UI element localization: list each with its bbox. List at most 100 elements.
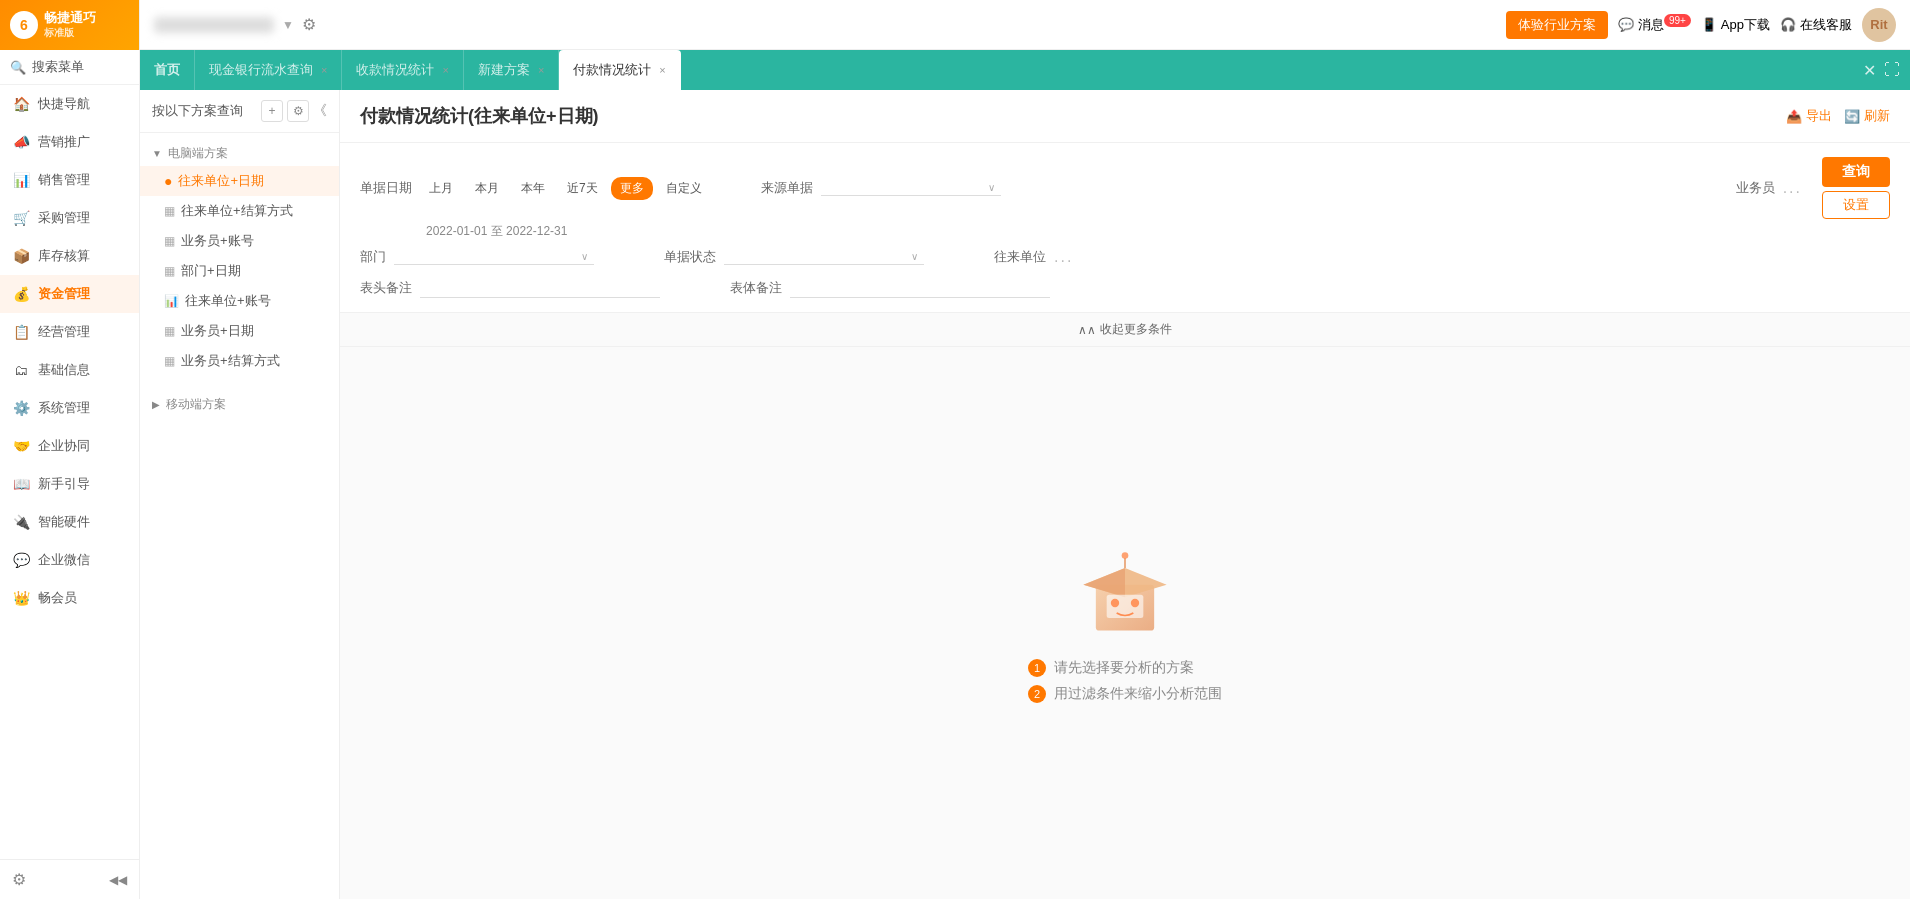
tab-payment-stats[interactable]: 付款情况统计 × bbox=[559, 50, 680, 90]
scheme-item-vendor-date[interactable]: ● 往来单位+日期 bbox=[140, 166, 339, 196]
scheme-item-label: 业务员+日期 bbox=[181, 322, 254, 340]
export-btn[interactable]: 📤 导出 bbox=[1786, 107, 1832, 125]
vendor-settle-icon: ▦ bbox=[164, 204, 175, 218]
left-panel-header: 按以下方案查询 + ⚙ 《 bbox=[140, 90, 339, 133]
dropdown-arrow-icon[interactable]: ▼ bbox=[282, 18, 294, 32]
search-menu[interactable]: 🔍 搜索菜单 bbox=[0, 50, 139, 85]
date-opt-custom[interactable]: 自定义 bbox=[657, 177, 711, 200]
empty-tips: 1 请先选择要分析的方案 2 用过滤条件来缩小分析范围 bbox=[1028, 659, 1222, 703]
sidebar-item-label: 企业协同 bbox=[38, 437, 90, 455]
sidebar-item-purchase[interactable]: 🛒 采购管理 bbox=[0, 199, 139, 237]
scheme-item-vendor-account[interactable]: 📊 往来单位+账号 bbox=[140, 286, 339, 316]
desktop-section-title[interactable]: ▼ 电脑端方案 bbox=[140, 141, 339, 166]
tab-receipt-stats[interactable]: 收款情况统计 × bbox=[342, 50, 463, 90]
sidebar-collapse-icon[interactable]: ◀◀ bbox=[109, 873, 127, 887]
empty-tip-2: 2 用过滤条件来缩小分析范围 bbox=[1028, 685, 1222, 703]
date-opt-last-month[interactable]: 上月 bbox=[420, 177, 462, 200]
sidebar: 6 畅捷通巧 标准版 🔍 搜索菜单 🏠 快捷导航 📣 营销推广 📊 销售管理 🛒… bbox=[0, 0, 140, 899]
settings-btn[interactable]: 设置 bbox=[1822, 191, 1890, 219]
purchase-icon: 🛒 bbox=[12, 209, 30, 227]
main-area: 用户信息 ▼ ⚙ 体验行业方案 💬 消息 99+ 📱 App下载 🎧 在线客服 … bbox=[140, 0, 1910, 899]
tabbar: 首页 现金银行流水查询 × 收款情况统计 × 新建方案 × 付款情况统计 × ✕… bbox=[140, 50, 1910, 90]
source-bill-select[interactable]: ∨ bbox=[821, 180, 1001, 196]
tip-num-1: 1 bbox=[1028, 659, 1046, 677]
date-opt-this-year[interactable]: 本年 bbox=[512, 177, 554, 200]
date-opt-7days[interactable]: 近7天 bbox=[558, 177, 607, 200]
scheme-item-vendor-settle[interactable]: ▦ 往来单位+结算方式 bbox=[140, 196, 339, 226]
collapse-bar[interactable]: ∧∧ 收起更多条件 bbox=[340, 313, 1910, 347]
scheme-item-staff-account[interactable]: ▦ 业务员+账号 bbox=[140, 226, 339, 256]
tab-home[interactable]: 首页 bbox=[140, 50, 195, 90]
avatar-text: Rit bbox=[1870, 17, 1887, 32]
tab-cash-flow-close[interactable]: × bbox=[321, 64, 327, 76]
panel-collapse-btn[interactable]: 《 bbox=[313, 102, 327, 120]
add-scheme-btn[interactable]: + bbox=[261, 100, 283, 122]
left-panel-title: 按以下方案查询 bbox=[152, 102, 243, 120]
tab-new-scheme[interactable]: 新建方案 × bbox=[464, 50, 559, 90]
sidebar-item-wechat[interactable]: 💬 企业微信 bbox=[0, 541, 139, 579]
svg-point-5 bbox=[1131, 599, 1139, 607]
wechat-icon: 💬 bbox=[12, 551, 30, 569]
sidebar-item-label: 营销推广 bbox=[38, 133, 90, 151]
filter-row-3: 表头备注 表体备注 bbox=[360, 278, 1890, 298]
sidebar-item-capital[interactable]: 💰 资金管理 bbox=[0, 275, 139, 313]
avatar[interactable]: Rit bbox=[1862, 8, 1896, 42]
notification-item[interactable]: 💬 消息 99+ bbox=[1618, 16, 1691, 34]
collapse-bar-label: 收起更多条件 bbox=[1100, 321, 1172, 338]
date-opt-this-month[interactable]: 本月 bbox=[466, 177, 508, 200]
scheme-item-label: 业务员+账号 bbox=[181, 232, 254, 250]
dept-select[interactable]: ∨ bbox=[394, 249, 594, 265]
sidebar-nav: 🏠 快捷导航 📣 营销推广 📊 销售管理 🛒 采购管理 📦 库存核算 💰 资金管… bbox=[0, 85, 139, 859]
bill-status-select[interactable]: ∨ bbox=[724, 249, 924, 265]
sidebar-item-guide[interactable]: 📖 新手引导 bbox=[0, 465, 139, 503]
operations-icon: 📋 bbox=[12, 323, 30, 341]
sidebar-item-label: 销售管理 bbox=[38, 171, 90, 189]
sidebar-item-system[interactable]: ⚙️ 系统管理 bbox=[0, 389, 139, 427]
source-bill-filter: 来源单据 ∨ bbox=[761, 179, 1001, 197]
tab-receipt-stats-label: 收款情况统计 bbox=[356, 61, 434, 79]
sidebar-item-sales[interactable]: 📊 销售管理 bbox=[0, 161, 139, 199]
tab-new-scheme-close[interactable]: × bbox=[538, 64, 544, 76]
maximize-icon[interactable]: ⛶ bbox=[1884, 61, 1900, 79]
scheme-item-dept-date[interactable]: ▦ 部门+日期 bbox=[140, 256, 339, 286]
desktop-arrow-icon: ▼ bbox=[152, 148, 162, 159]
sidebar-item-marketing[interactable]: 📣 营销推广 bbox=[0, 123, 139, 161]
scheme-settings-btn[interactable]: ⚙ bbox=[287, 100, 309, 122]
tab-payment-stats-close[interactable]: × bbox=[659, 64, 665, 76]
app-download-item[interactable]: 📱 App下载 bbox=[1701, 16, 1770, 34]
sidebar-item-operations[interactable]: 📋 经营管理 bbox=[0, 313, 139, 351]
mobile-scheme-section: ▶ 移动端方案 bbox=[140, 384, 339, 425]
page-header-actions: 📤 导出 🔄 刷新 bbox=[1786, 107, 1890, 125]
mobile-section-title[interactable]: ▶ 移动端方案 bbox=[140, 392, 339, 417]
scheme-item-label: 部门+日期 bbox=[181, 262, 241, 280]
sidebar-item-quick-nav[interactable]: 🏠 快捷导航 bbox=[0, 85, 139, 123]
empty-state: 1 请先选择要分析的方案 2 用过滤条件来缩小分析范围 bbox=[340, 347, 1910, 899]
date-opt-more[interactable]: 更多 bbox=[611, 177, 653, 200]
online-service-item[interactable]: 🎧 在线客服 bbox=[1780, 16, 1852, 34]
header-note-input[interactable] bbox=[420, 278, 660, 298]
query-btn[interactable]: 查询 bbox=[1822, 157, 1890, 187]
body-note-input[interactable] bbox=[790, 278, 1050, 298]
sidebar-item-basics[interactable]: 🗂 基础信息 bbox=[0, 351, 139, 389]
dept-label: 部门 bbox=[360, 248, 386, 266]
scheme-item-staff-settle[interactable]: ▦ 业务员+结算方式 bbox=[140, 346, 339, 376]
tab-cash-flow[interactable]: 现金银行流水查询 × bbox=[195, 50, 342, 90]
sidebar-settings-icon[interactable]: ⚙ bbox=[12, 870, 26, 889]
experience-btn[interactable]: 体验行业方案 bbox=[1506, 11, 1608, 39]
refresh-btn[interactable]: 🔄 刷新 bbox=[1844, 107, 1890, 125]
sidebar-item-label: 采购管理 bbox=[38, 209, 90, 227]
staff-dots[interactable]: ... bbox=[1783, 179, 1802, 197]
staff-date-icon: ▦ bbox=[164, 324, 175, 338]
sidebar-item-inventory[interactable]: 📦 库存核算 bbox=[0, 237, 139, 275]
close-all-tabs-icon[interactable]: ✕ bbox=[1863, 61, 1876, 80]
counterpart-dots[interactable]: ... bbox=[1054, 248, 1073, 266]
tab-receipt-stats-close[interactable]: × bbox=[442, 64, 448, 76]
svg-rect-3 bbox=[1107, 595, 1144, 618]
sidebar-item-corp[interactable]: 🤝 企业协同 bbox=[0, 427, 139, 465]
left-panel: 按以下方案查询 + ⚙ 《 ▼ 电脑端方案 ● 往来单位+日期 ▦ bbox=[140, 90, 340, 899]
sidebar-item-vip[interactable]: 👑 畅会员 bbox=[0, 579, 139, 617]
sidebar-item-hardware[interactable]: 🔌 智能硬件 bbox=[0, 503, 139, 541]
source-bill-label: 来源单据 bbox=[761, 179, 813, 197]
topbar-settings-icon[interactable]: ⚙ bbox=[302, 15, 316, 34]
scheme-item-staff-date[interactable]: ▦ 业务员+日期 bbox=[140, 316, 339, 346]
